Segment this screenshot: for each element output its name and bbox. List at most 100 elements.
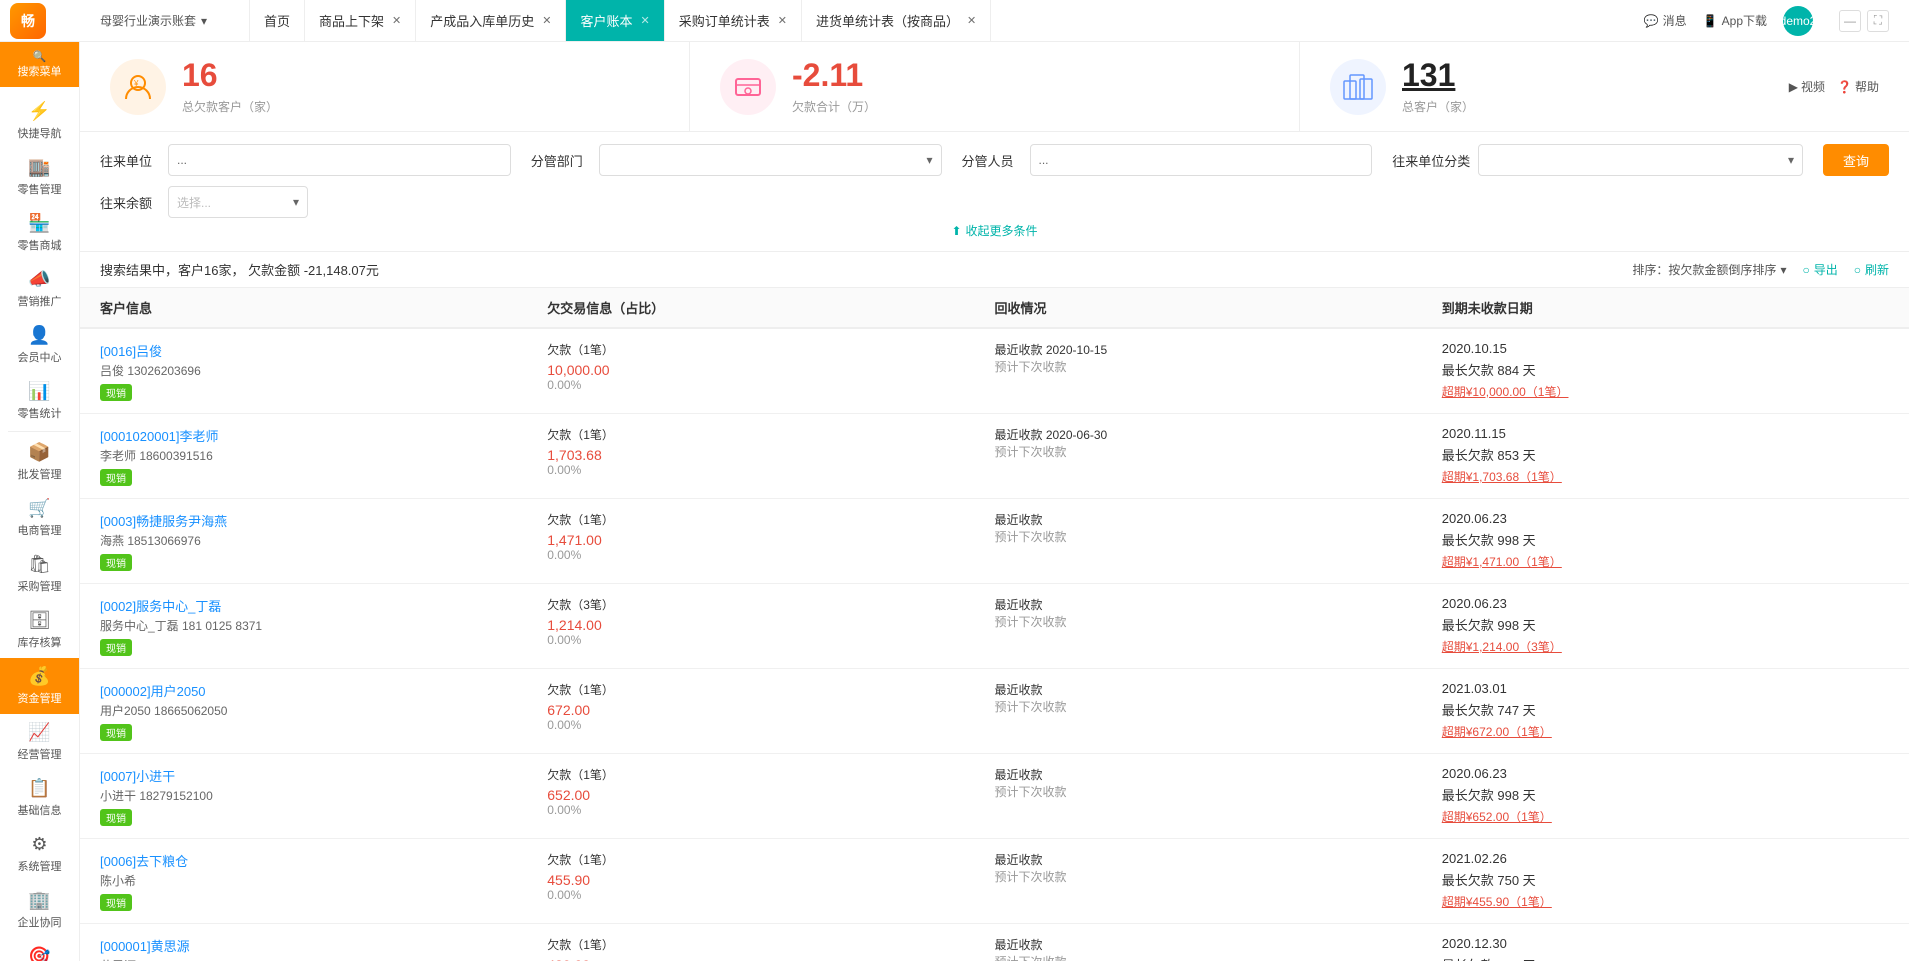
user-avatar[interactable]: demo2 xyxy=(1783,6,1813,36)
customer-tag: 现销 xyxy=(100,809,132,826)
refresh-btn[interactable]: ○ 刷新 xyxy=(1854,261,1889,278)
search-menu-btn[interactable]: 🔍 搜索菜单 xyxy=(0,42,79,87)
customer-name[interactable]: [0016]吕俊 xyxy=(100,341,547,360)
sidebar-item-batch-mgmt[interactable]: 📦 批发管理 xyxy=(0,434,79,490)
tab-production-history[interactable]: 产成品入库单历史 ✕ xyxy=(416,0,566,41)
debt-amount[interactable]: 455.90 xyxy=(547,872,994,888)
tab-purchase-order[interactable]: 采购订单统计表 ✕ xyxy=(665,0,802,41)
retail-icon: 🏬 xyxy=(28,157,50,178)
tab-home[interactable]: 首页 xyxy=(250,0,305,41)
debt-amount[interactable]: 672.00 xyxy=(547,702,994,718)
overdue-link[interactable]: 超期¥1,471.00（1笔） xyxy=(1442,553,1889,570)
debt-amount[interactable]: 1,214.00 xyxy=(547,617,994,633)
sort-btn[interactable]: 排序：按欠款金额倒序排序 ▾ xyxy=(1632,261,1786,278)
help-btn[interactable]: ❓ 帮助 xyxy=(1837,78,1879,95)
top-bar-right: 💬 消息 📱 App下载 demo2 — ⛶ xyxy=(1644,6,1899,36)
due-date: 2021.02.26 xyxy=(1442,851,1889,866)
sidebar-item-retail-stats[interactable]: 📊 零售统计 xyxy=(0,373,79,429)
customer-tag: 现销 xyxy=(100,469,132,486)
table-row: [0003]畅捷服务尹海燕 海燕 18513066976 现销 欠款（1笔） 1… xyxy=(80,499,1909,584)
debt-count: 欠款（1笔） xyxy=(547,511,994,528)
customer-info-cell: [0001020001]李老师 李老师 18600391516 现销 xyxy=(100,426,547,486)
sidebar-item-new-guide[interactable]: 🎯 新手引导 xyxy=(0,938,79,961)
manager-input[interactable]: ... xyxy=(1030,144,1373,176)
sidebar-item-enterprise[interactable]: 🏢 企业协同 xyxy=(0,882,79,938)
sidebar-item-operation[interactable]: 📈 经营管理 xyxy=(0,714,79,770)
close-icon[interactable]: ✕ xyxy=(392,14,401,27)
minimize-btn[interactable]: — xyxy=(1839,10,1861,32)
sidebar-section: ⚡ 快捷导航 🏬 零售管理 🏪 零售商城 📣 营销推广 👤 会员中心 xyxy=(0,87,79,961)
recovery-last: 最近收款 xyxy=(995,596,1442,613)
customer-name[interactable]: [0007]小进干 xyxy=(100,766,547,785)
tab-goods-stats[interactable]: 进货单统计表（按商品） ✕ xyxy=(802,0,991,41)
recovery-last: 最近收款 xyxy=(995,511,1442,528)
customer-contact: 黄思源 13552700226 xyxy=(100,957,547,961)
export-btn[interactable]: ○ 导出 xyxy=(1802,261,1837,278)
overdue-link[interactable]: 超期¥1,214.00（3笔） xyxy=(1442,638,1889,655)
branch-select[interactable]: ▾ xyxy=(599,144,942,176)
video-btn[interactable]: ▶ 视频 xyxy=(1789,78,1825,95)
customer-contact: 李老师 18600391516 xyxy=(100,447,547,464)
debt-amount[interactable]: 429.00 xyxy=(547,957,994,961)
due-date: 2020.12.30 xyxy=(1442,936,1889,951)
message-btn[interactable]: 💬 消息 xyxy=(1644,12,1687,29)
results-area: 搜索结果中，客户16家， 欠款金额 -21,148.07元 排序：按欠款金额倒序… xyxy=(80,252,1909,961)
close-icon[interactable]: ✕ xyxy=(778,14,787,27)
debt-count: 欠款（1笔） xyxy=(547,681,994,698)
customer-name[interactable]: [0002]服务中心_丁磊 xyxy=(100,596,547,615)
overdue-link[interactable]: 超期¥455.90（1笔） xyxy=(1442,893,1889,910)
sort-label: 排序：按欠款金额倒序排序 xyxy=(1632,261,1776,278)
tab-customer-account[interactable]: 客户账本 ✕ xyxy=(566,0,664,41)
sidebar-item-finance[interactable]: 💰 资金管理 xyxy=(0,658,79,714)
stat-card-actions: ▶ 视频 ❓ 帮助 xyxy=(1789,78,1879,95)
customer-name[interactable]: [0003]畅捷服务尹海燕 xyxy=(100,511,547,530)
debt-amount[interactable]: 1,471.00 xyxy=(547,532,994,548)
sidebar-item-purchase[interactable]: 🛍 采购管理 xyxy=(0,546,79,602)
debt-amount[interactable]: 10,000.00 xyxy=(547,362,994,378)
customer-name[interactable]: [000002]用户2050 xyxy=(100,681,547,700)
col-debt-info: 欠交易信息（占比） xyxy=(547,298,994,317)
sidebar-item-basic[interactable]: 📋 基础信息 xyxy=(0,770,79,826)
customer-name[interactable]: [0006]去下粮仓 xyxy=(100,851,547,870)
overdue-link[interactable]: 超期¥1,703.68（1笔） xyxy=(1442,468,1889,485)
sidebar-item-retail-mgmt[interactable]: 🏬 零售管理 xyxy=(0,149,79,205)
debt-count: 欠款（1笔） xyxy=(547,936,994,953)
collapse-row: ⬆ 收起更多条件 xyxy=(100,222,1889,239)
tab-product-off[interactable]: 商品上下架 ✕ xyxy=(305,0,416,41)
stat-card-total-customers: 131 总客户（家） ▶ 视频 ❓ 帮助 xyxy=(1300,42,1909,131)
maximize-btn[interactable]: ⛶ xyxy=(1867,10,1889,32)
close-icon[interactable]: ✕ xyxy=(641,14,650,27)
balance-select[interactable]: 选择... ▾ xyxy=(168,186,308,218)
sidebar-item-quick-nav[interactable]: ⚡ 快捷导航 xyxy=(0,93,79,149)
from-unit-input[interactable]: ... xyxy=(168,144,511,176)
close-icon[interactable]: ✕ xyxy=(967,14,976,27)
overdue-link[interactable]: 超期¥10,000.00（1笔） xyxy=(1442,383,1889,400)
sidebar-item-ecommerce[interactable]: 🛒 电商管理 xyxy=(0,490,79,546)
collapse-button[interactable]: ⬆ 收起更多条件 xyxy=(951,222,1037,239)
sidebar-item-retail-mall[interactable]: 🏪 零售商城 xyxy=(0,205,79,261)
sidebar-item-member-center[interactable]: 👤 会员中心 xyxy=(0,317,79,373)
debt-amount[interactable]: 1,703.68 xyxy=(547,447,994,463)
customer-tag: 现销 xyxy=(100,894,132,911)
table-header: 客户信息 欠交易信息（占比） 回收情况 到期未收款日期 xyxy=(80,288,1909,329)
manager-label: 分管人员 xyxy=(962,151,1022,170)
sidebar-item-system[interactable]: ⚙ 系统管理 xyxy=(0,826,79,882)
debt-amount[interactable]: 652.00 xyxy=(547,787,994,803)
finance-icon: 💰 xyxy=(28,666,50,687)
recovery-last: 最近收款 2020-10-15 xyxy=(995,341,1442,358)
close-icon[interactable]: ✕ xyxy=(542,14,551,27)
customer-name[interactable]: [000001]黄思源 xyxy=(100,936,547,955)
recovery-last: 最近收款 xyxy=(995,681,1442,698)
overdue-link[interactable]: 超期¥652.00（1笔） xyxy=(1442,808,1889,825)
unit-class-select[interactable]: ▾ xyxy=(1478,144,1803,176)
search-button[interactable]: 查询 xyxy=(1823,144,1889,176)
sidebar-item-marketing[interactable]: 📣 营销推广 xyxy=(0,261,79,317)
overdue-link[interactable]: 超期¥672.00（1笔） xyxy=(1442,723,1889,740)
debt-info-cell: 欠款（1笔） 455.90 0.00% xyxy=(547,851,994,902)
dropdown-arrow2: ▾ xyxy=(1788,153,1794,167)
customer-name[interactable]: [0001020001]李老师 xyxy=(100,426,547,445)
export-icon: ○ xyxy=(1802,263,1809,277)
sidebar-item-inventory[interactable]: 🗄 库存核算 xyxy=(0,602,79,658)
app-download-btn[interactable]: 📱 App下载 xyxy=(1703,12,1767,29)
company-selector[interactable]: 母婴行业演示账套 ▾ xyxy=(90,0,250,41)
